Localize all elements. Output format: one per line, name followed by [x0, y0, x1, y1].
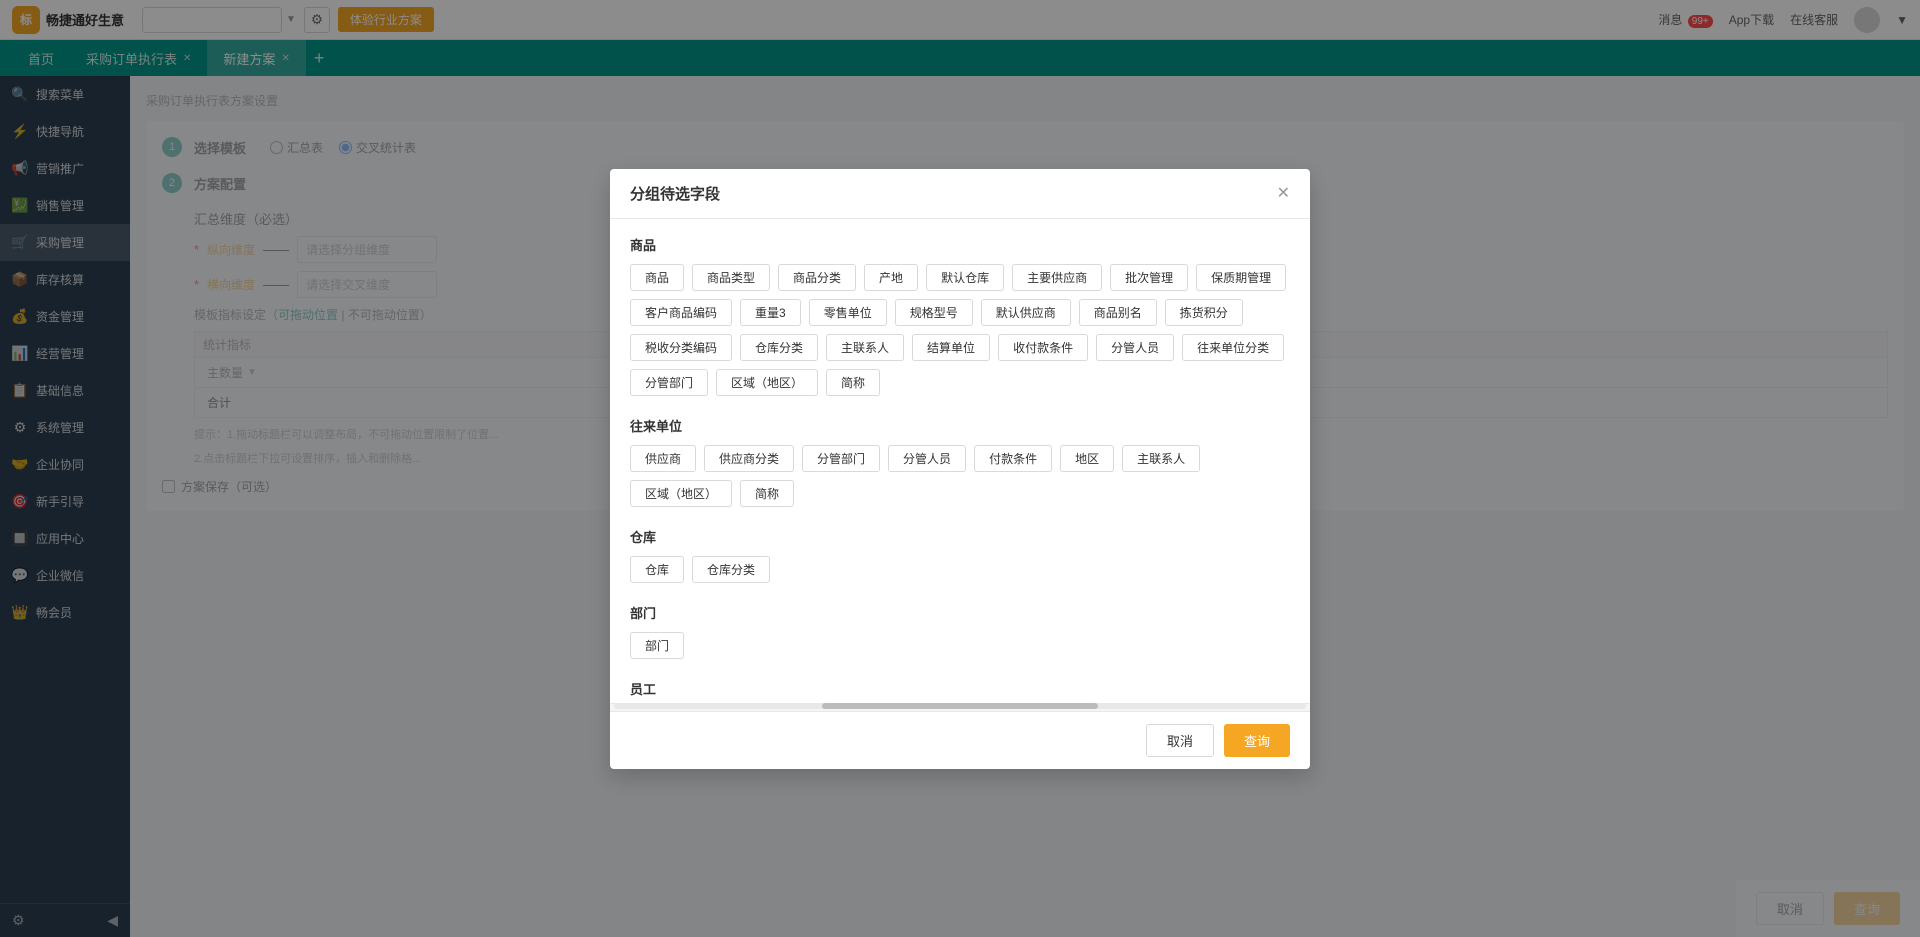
- section-product: 商品 商品 商品类型 商品分类 产地 默认仓库 主要供应商 批次管理 保质期管理…: [630, 235, 1290, 396]
- modal-cancel-button[interactable]: 取消: [1146, 724, 1214, 757]
- field-tag-product[interactable]: 商品: [630, 264, 684, 291]
- section-partner: 往来单位 供应商 供应商分类 分管部门 分管人员 付款条件 地区 主联系人 区域…: [630, 416, 1290, 507]
- section-employee-title: 员工: [630, 679, 1290, 698]
- field-tag-area[interactable]: 地区: [1060, 445, 1114, 472]
- department-field-tags: 部门: [630, 632, 1290, 659]
- field-tag-region[interactable]: 区域（地区）: [716, 369, 818, 396]
- field-tag-shelf-life[interactable]: 保质期管理: [1196, 264, 1286, 291]
- field-tag-batch-mgmt[interactable]: 批次管理: [1110, 264, 1188, 291]
- field-tag-payment-condition[interactable]: 付款条件: [974, 445, 1052, 472]
- modal-close-button[interactable]: ✕: [1277, 183, 1290, 203]
- section-employee: 员工 业务员: [630, 679, 1290, 704]
- modal-horizontal-scrollbar[interactable]: [610, 703, 1310, 710]
- field-tag-customer-product-code[interactable]: 客户商品编码: [630, 299, 732, 326]
- field-tag-region2[interactable]: 区域（地区）: [630, 480, 732, 507]
- field-tag-dept[interactable]: 分管部门: [630, 369, 708, 396]
- field-tag-supplier-category[interactable]: 供应商分类: [704, 445, 794, 472]
- field-tag-weight3[interactable]: 重量3: [740, 299, 801, 326]
- field-tag-product-alias[interactable]: 商品别名: [1079, 299, 1157, 326]
- modal-body: 商品 商品 商品类型 商品分类 产地 默认仓库 主要供应商 批次管理 保质期管理…: [610, 219, 1310, 704]
- scrollbar-thumb[interactable]: [822, 703, 1099, 709]
- field-tag-main-contact[interactable]: 主联系人: [826, 334, 904, 361]
- field-tag-warehouse-category[interactable]: 仓库分类: [740, 334, 818, 361]
- modal-confirm-button[interactable]: 查询: [1224, 724, 1290, 757]
- field-tag-department[interactable]: 部门: [630, 632, 684, 659]
- field-tag-partner-dept[interactable]: 分管部门: [802, 445, 880, 472]
- field-tag-main-contact2[interactable]: 主联系人: [1122, 445, 1200, 472]
- warehouse-field-tags: 仓库 仓库分类: [630, 556, 1290, 583]
- field-tag-tax-code[interactable]: 税收分类编码: [630, 334, 732, 361]
- field-tag-pick-points[interactable]: 拣货积分: [1165, 299, 1243, 326]
- field-tag-product-type[interactable]: 商品类型: [692, 264, 770, 291]
- scrollbar-track: [614, 703, 1306, 709]
- section-warehouse: 仓库 仓库 仓库分类: [630, 527, 1290, 583]
- partner-field-tags: 供应商 供应商分类 分管部门 分管人员 付款条件 地区 主联系人 区域（地区） …: [630, 445, 1290, 507]
- section-warehouse-title: 仓库: [630, 527, 1290, 546]
- field-tag-main-supplier[interactable]: 主要供应商: [1012, 264, 1102, 291]
- section-partner-title: 往来单位: [630, 416, 1290, 435]
- field-tag-product-category[interactable]: 商品分类: [778, 264, 856, 291]
- section-department-title: 部门: [630, 603, 1290, 622]
- modal-title: 分组待选字段: [630, 183, 720, 204]
- field-tag-short-name2[interactable]: 简称: [740, 480, 794, 507]
- field-tag-default-warehouse[interactable]: 默认仓库: [926, 264, 1004, 291]
- field-tag-warehouse-cat[interactable]: 仓库分类: [692, 556, 770, 583]
- field-tag-partner-category[interactable]: 往来单位分类: [1182, 334, 1284, 361]
- modal-footer: 取消 查询: [610, 711, 1310, 769]
- product-field-tags: 商品 商品类型 商品分类 产地 默认仓库 主要供应商 批次管理 保质期管理 客户…: [630, 264, 1290, 396]
- field-tag-spec-model[interactable]: 规格型号: [895, 299, 973, 326]
- section-product-title: 商品: [630, 235, 1290, 254]
- field-tag-origin[interactable]: 产地: [864, 264, 918, 291]
- field-tag-default-supplier[interactable]: 默认供应商: [981, 299, 1071, 326]
- field-tag-short-name[interactable]: 简称: [826, 369, 880, 396]
- section-department: 部门 部门: [630, 603, 1290, 659]
- field-tag-partner-supervisor[interactable]: 分管人员: [888, 445, 966, 472]
- field-tag-settlement-unit[interactable]: 结算单位: [912, 334, 990, 361]
- field-tag-supervisor[interactable]: 分管人员: [1096, 334, 1174, 361]
- field-tag-supplier[interactable]: 供应商: [630, 445, 696, 472]
- modal-overlay: 分组待选字段 ✕ 商品 商品 商品类型 商品分类 产地 默认仓库 主要供应商 批…: [0, 0, 1920, 937]
- field-selection-modal: 分组待选字段 ✕ 商品 商品 商品类型 商品分类 产地 默认仓库 主要供应商 批…: [610, 169, 1310, 769]
- field-tag-warehouse[interactable]: 仓库: [630, 556, 684, 583]
- field-tag-retail-unit[interactable]: 零售单位: [809, 299, 887, 326]
- field-tag-payment-terms[interactable]: 收付款条件: [998, 334, 1088, 361]
- modal-header: 分组待选字段 ✕: [610, 169, 1310, 219]
